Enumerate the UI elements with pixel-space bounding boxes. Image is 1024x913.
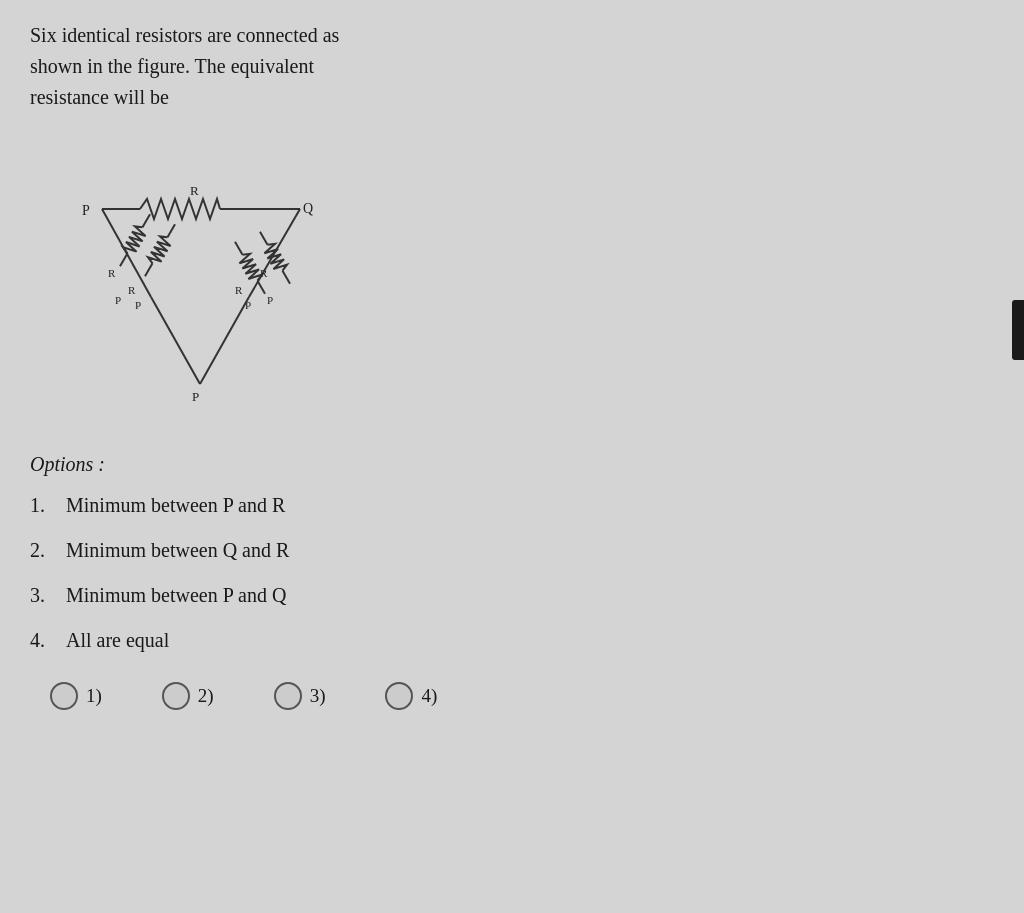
option-item-3: 3. Minimum between P and Q (30, 584, 994, 607)
answer-label-4: 4) (421, 685, 437, 707)
question-line2: shown in the figure. The equivalent (30, 55, 314, 77)
option-number-4: 4. (30, 629, 66, 652)
option-text-4: All are equal (66, 629, 169, 652)
svg-line-19 (235, 242, 243, 255)
svg-line-7 (120, 253, 128, 266)
svg-line-20 (258, 281, 266, 294)
svg-line-18 (283, 271, 291, 284)
option-number-3: 3. (30, 584, 66, 607)
answer-option-1[interactable]: 1) (50, 682, 102, 710)
option-item-1: 1. Minimum between P and R (30, 494, 994, 517)
svg-line-15 (151, 297, 200, 384)
svg-line-9 (145, 263, 153, 276)
option-text-2: Minimum between Q and R (66, 539, 289, 562)
option-text-3: Minimum between P and Q (66, 584, 286, 607)
radio-3[interactable] (274, 682, 302, 710)
option-text-1: Minimum between P and R (66, 494, 285, 517)
svg-text:P: P (135, 299, 141, 311)
svg-line-8 (143, 214, 151, 227)
svg-text:R: R (108, 267, 116, 279)
radio-1[interactable] (50, 682, 78, 710)
svg-text:P: P (82, 203, 90, 218)
answer-option-2[interactable]: 2) (162, 682, 214, 710)
question-line3: resistance will be (30, 86, 169, 108)
svg-text:R: R (128, 284, 136, 296)
svg-line-25 (200, 297, 249, 384)
svg-text:P: P (267, 294, 273, 306)
question-line1: Six identical resistors are connected as (30, 24, 339, 46)
answer-option-3[interactable]: 3) (274, 682, 326, 710)
answer-option-4[interactable]: 4) (385, 682, 437, 710)
option-item-2: 2. Minimum between Q and R (30, 539, 994, 562)
answer-label-3: 3) (310, 685, 326, 707)
svg-text:P: P (192, 389, 199, 404)
question-text: Six identical resistors are connected as… (30, 20, 550, 113)
radio-2[interactable] (162, 682, 190, 710)
circuit-figure: P Q R P (60, 129, 360, 429)
answer-label-1: 1) (86, 685, 102, 707)
svg-text:P: P (115, 294, 121, 306)
svg-line-17 (260, 232, 268, 245)
options-label: Options : (30, 453, 994, 476)
svg-line-10 (168, 224, 176, 237)
option-item-4: 4. All are equal (30, 629, 994, 652)
options-list: 1. Minimum between P and R 2. Minimum be… (30, 494, 994, 652)
svg-text:R: R (235, 284, 243, 296)
radio-4[interactable] (385, 682, 413, 710)
svg-text:Q: Q (303, 201, 313, 216)
svg-text:R: R (190, 183, 199, 198)
svg-text:R: R (260, 267, 268, 279)
answer-label-2: 2) (198, 685, 214, 707)
answer-row: 1) 2) 3) 4) (30, 682, 994, 710)
side-bar (1012, 300, 1024, 360)
option-number-2: 2. (30, 539, 66, 562)
option-number-1: 1. (30, 494, 66, 517)
page: Six identical resistors are connected as… (0, 0, 1024, 913)
